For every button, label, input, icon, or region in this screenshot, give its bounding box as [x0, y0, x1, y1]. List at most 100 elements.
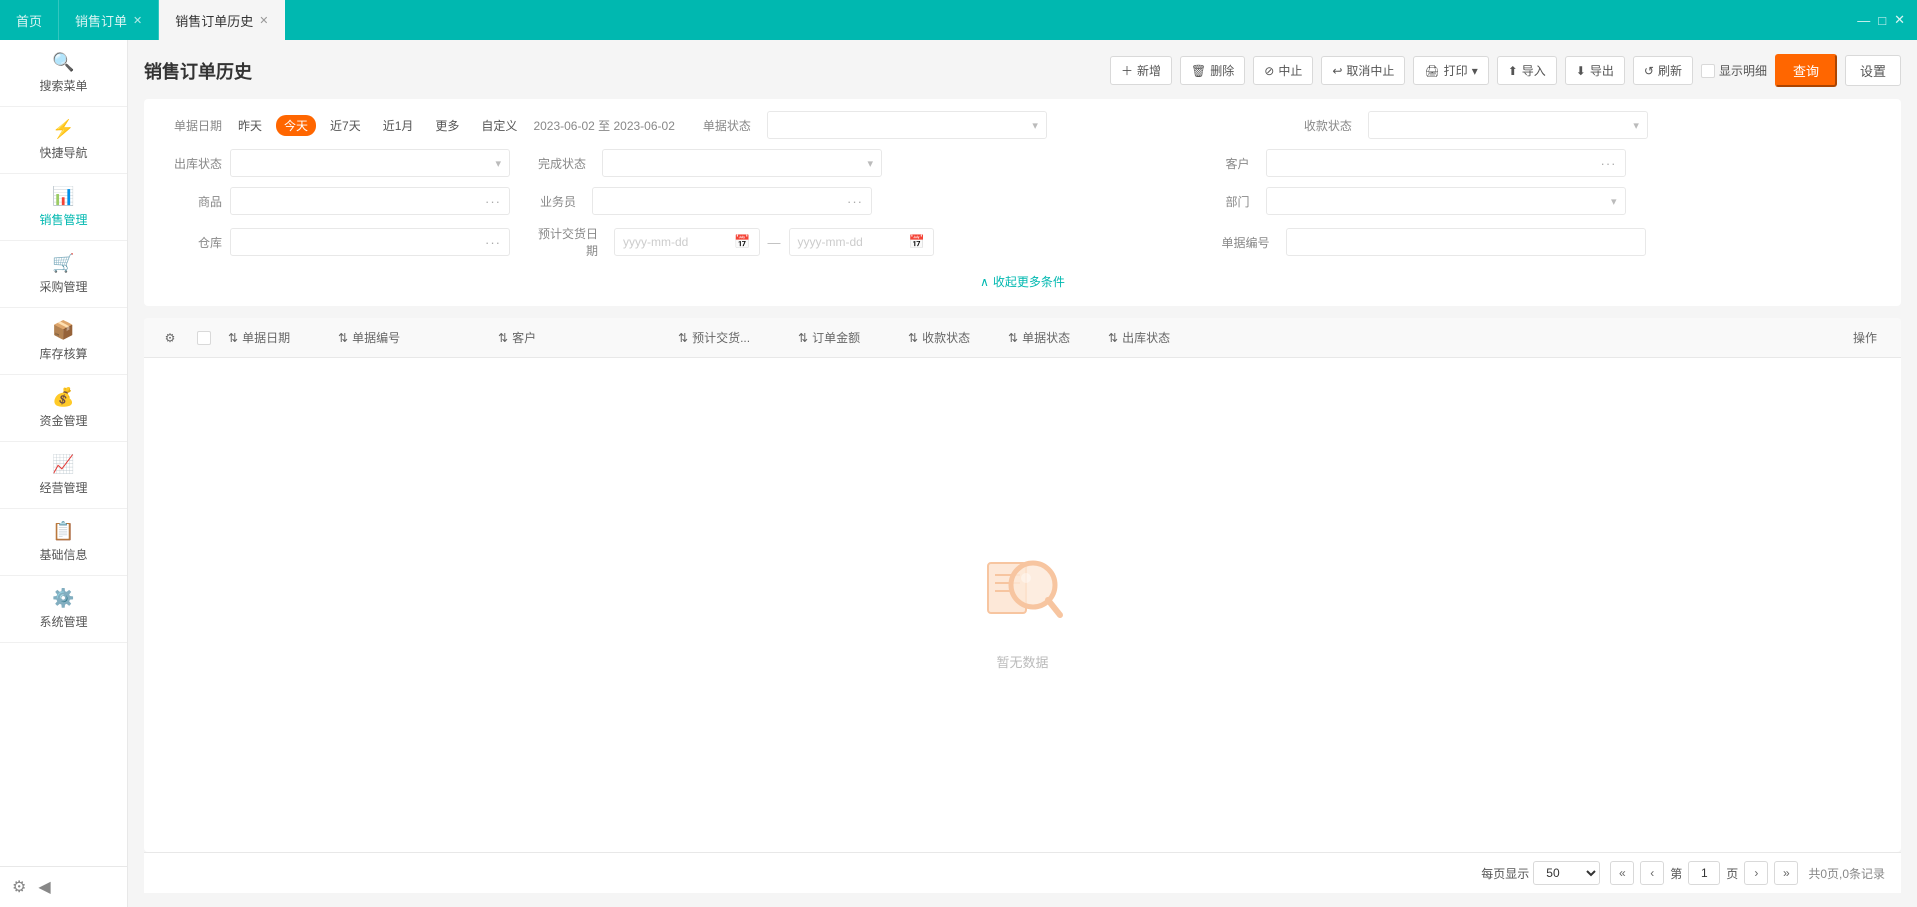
tab-home-label: 首页 — [16, 11, 42, 30]
tab-sales-order-close[interactable]: ✕ — [133, 14, 142, 27]
last-page-button[interactable]: » — [1774, 861, 1798, 885]
next-page-button[interactable]: › — [1744, 861, 1768, 885]
pagination: « ‹ 第 页 › » — [1610, 861, 1798, 885]
sort-icon-date: ⇅ — [228, 331, 238, 345]
sidebar-item-search-menu[interactable]: 🔍 搜索菜单 — [0, 40, 127, 107]
stop-button[interactable]: ⊘ 中止 — [1253, 56, 1313, 85]
new-button[interactable]: ＋ 新增 — [1110, 56, 1172, 85]
date-yesterday-btn[interactable]: 昨天 — [230, 115, 270, 136]
print-button[interactable]: 🖨 打印 ▾ — [1413, 56, 1488, 85]
page-size-select[interactable]: 50 10 20 100 — [1533, 861, 1600, 885]
export-label: 导出 — [1590, 62, 1614, 79]
tab-sales-order-history-close[interactable]: ✕ — [259, 14, 268, 27]
show-details-checkbox-group[interactable]: 显示明细 — [1701, 62, 1767, 79]
minimize-button[interactable]: — — [1857, 13, 1870, 28]
date-more-btn[interactable]: 更多 — [427, 115, 467, 136]
tab-home[interactable]: 首页 — [0, 0, 59, 40]
sidebar-item-capital[interactable]: 💰 资金管理 — [0, 375, 127, 442]
salesperson-label: 业务员 — [534, 193, 584, 210]
product-select[interactable]: ··· — [230, 187, 510, 215]
sidebar-item-inventory[interactable]: 📦 库存核算 — [0, 308, 127, 375]
table-header-checkbox[interactable] — [197, 331, 211, 345]
page-label: 第 — [1670, 865, 1682, 882]
empty-icon-wrapper — [973, 540, 1073, 640]
sidebar-item-inventory-label: 库存核算 — [39, 345, 87, 362]
date-1month-btn[interactable]: 近1月 — [375, 115, 422, 136]
print-label: 打印 — [1444, 62, 1468, 79]
inventory-icon: 📦 — [52, 320, 74, 341]
prev-page-button[interactable]: ‹ — [1640, 861, 1664, 885]
tab-sales-order-label: 销售订单 — [75, 11, 127, 30]
th-stock-label: 出库状态 — [1122, 329, 1170, 346]
search-menu-icon: 🔍 — [52, 52, 74, 73]
th-date[interactable]: ⇅ 单据日期 — [220, 329, 330, 346]
stock-status-arrow-icon: ▾ — [495, 157, 501, 170]
order-status-select[interactable]: ▾ — [767, 111, 1047, 139]
th-delivery[interactable]: ⇅ 预计交货... — [670, 329, 790, 346]
refresh-icon: ↺ — [1644, 64, 1654, 78]
date-today-btn[interactable]: 今天 — [276, 115, 316, 136]
th-stock-status[interactable]: ⇅ 出库状态 — [1100, 329, 1200, 346]
query-button[interactable]: 查询 — [1775, 54, 1837, 87]
sidebar: 🔍 搜索菜单 ⚡ 快捷导航 📊 销售管理 🛒 采购管理 📦 库存核算 💰 资金管… — [0, 40, 128, 907]
empty-svg-icon — [978, 545, 1068, 635]
capital-icon: 💰 — [52, 387, 74, 408]
window-close-button[interactable]: ✕ — [1894, 12, 1905, 28]
delivery-date-to[interactable]: yyyy-mm-dd 📅 — [789, 228, 935, 256]
basic-info-icon: 📋 — [52, 521, 74, 542]
th-payment-status[interactable]: ⇅ 收款状态 — [900, 329, 1000, 346]
filter-row-4: 仓库 ··· 预计交货日期 yyyy-mm-dd 📅 — yyyy-mm- — [160, 225, 1885, 259]
cancel-stop-button[interactable]: ↩ 取消中止 — [1321, 56, 1405, 85]
sidebar-item-quick-nav[interactable]: ⚡ 快捷导航 — [0, 107, 127, 174]
th-order-no[interactable]: ⇅ 单据编号 — [330, 329, 490, 346]
tab-sales-order-history[interactable]: 销售订单历史 ✕ — [159, 0, 285, 40]
payment-status-select[interactable]: ▾ — [1368, 111, 1648, 139]
export-button[interactable]: ⬇ 导出 — [1565, 56, 1625, 85]
th-action: 操作 — [1200, 329, 1893, 346]
th-customer[interactable]: ⇅ 客户 — [490, 329, 670, 346]
refresh-button[interactable]: ↺ 刷新 — [1633, 56, 1693, 85]
stock-status-select[interactable]: ▾ — [230, 149, 510, 177]
th-order-status[interactable]: ⇅ 单据状态 — [1000, 329, 1100, 346]
department-arrow-icon: ▾ — [1611, 195, 1617, 208]
warehouse-select[interactable]: ··· — [230, 228, 510, 256]
sidebar-item-purchase[interactable]: 🛒 采购管理 — [0, 241, 127, 308]
th-amount[interactable]: ⇅ 订单金额 — [790, 329, 900, 346]
order-no-input[interactable] — [1286, 228, 1646, 256]
department-select[interactable]: ▾ — [1266, 187, 1626, 215]
show-details-checkbox[interactable] — [1701, 64, 1715, 78]
maximize-button[interactable]: □ — [1878, 13, 1886, 28]
empty-state: 暂无数据 — [144, 358, 1901, 852]
sidebar-item-sales[interactable]: 📊 销售管理 — [0, 174, 127, 241]
sidebar-item-system[interactable]: ⚙️ 系统管理 — [0, 576, 127, 643]
import-button[interactable]: ⬆ 导入 — [1497, 56, 1557, 85]
customer-select[interactable]: ··· — [1266, 149, 1626, 177]
warehouse-dots-icon: ··· — [485, 235, 501, 250]
settings-button[interactable]: 设置 — [1845, 55, 1901, 86]
collapse-bar[interactable]: ∧ 收起更多条件 — [160, 269, 1885, 294]
delete-label: 删除 — [1210, 62, 1234, 79]
sidebar-item-basic-info[interactable]: 📋 基础信息 — [0, 509, 127, 576]
th-settings[interactable]: ⚙ — [152, 331, 188, 345]
page-input[interactable] — [1688, 861, 1720, 885]
th-checkbox[interactable] — [188, 331, 220, 345]
th-action-label: 操作 — [1853, 329, 1877, 346]
calendar-from-icon[interactable]: 📅 — [734, 234, 750, 250]
delivery-date-from[interactable]: yyyy-mm-dd 📅 — [614, 228, 760, 256]
date-custom-btn[interactable]: 自定义 — [473, 115, 525, 136]
tab-sales-order[interactable]: 销售订单 ✕ — [59, 0, 159, 40]
new-label: 新增 — [1137, 62, 1161, 79]
delete-button[interactable]: 🗑 删除 — [1180, 56, 1245, 85]
calendar-to-icon[interactable]: 📅 — [909, 234, 925, 250]
completion-status-select[interactable]: ▾ — [602, 149, 882, 177]
sort-icon-amount: ⇅ — [798, 331, 808, 345]
date-7days-btn[interactable]: 近7天 — [322, 115, 369, 136]
stop-label: 中止 — [1278, 62, 1302, 79]
sidebar-item-operations[interactable]: 📈 经营管理 — [0, 442, 127, 509]
sidebar-collapse-button[interactable]: ◀ — [38, 877, 50, 897]
first-page-button[interactable]: « — [1610, 861, 1634, 885]
salesperson-select[interactable]: ··· — [592, 187, 872, 215]
sidebar-settings-button[interactable]: ⚙ — [12, 877, 26, 897]
completion-status-label: 完成状态 — [534, 155, 594, 172]
sort-icon-status: ⇅ — [1008, 331, 1018, 345]
